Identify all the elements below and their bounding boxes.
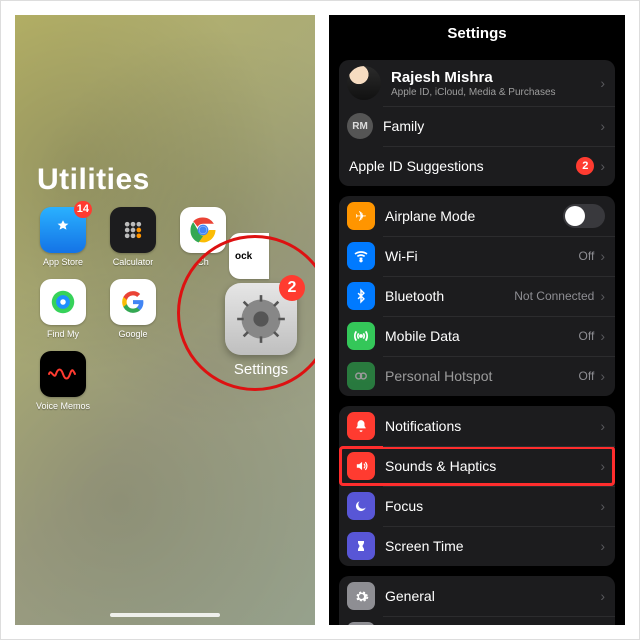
folder-title: Utilities [37,163,150,197]
home-indicator[interactable] [110,613,220,617]
hourglass-icon [347,532,375,560]
moon-icon [347,492,375,520]
gear-icon [347,582,375,610]
app-calculator[interactable]: Calculator [103,207,163,267]
row-family[interactable]: RM Family › [339,106,615,146]
row-apple-id-suggestions[interactable]: Apple ID Suggestions 2 › [339,146,615,186]
app-chrome[interactable]: Ch [173,207,233,267]
row-label: Family [383,118,600,134]
chevron-right-icon: › [600,288,605,304]
chevron-right-icon: › [600,75,605,91]
chevron-right-icon: › [600,538,605,554]
row-value: Off [579,249,595,263]
row-label: Personal Hotspot [385,368,579,384]
bluetooth-icon [347,282,375,310]
avatar [347,66,381,100]
app-label: Settings [213,361,309,378]
row-label: Mobile Data [385,328,579,344]
antenna-icon [347,322,375,350]
calculator-icon [110,207,156,253]
app-label: Google [118,329,147,339]
chevron-right-icon: › [600,248,605,264]
row-label: Wi-Fi [385,248,579,264]
settings-icon: 2 [225,283,297,355]
row-label: Sounds & Haptics [385,458,600,474]
app-label: Calculator [113,257,154,267]
bell-icon [347,412,375,440]
app-google[interactable]: Google [103,279,163,339]
voicememos-icon [40,351,86,397]
chrome-icon [180,207,226,253]
row-value: Off [579,369,595,383]
row-apple-id[interactable]: Rajesh Mishra Apple ID, iCloud, Media & … [339,60,615,106]
sliders-icon [347,622,375,625]
hotspot-icon [347,362,375,390]
profile-subtitle: Apple ID, iCloud, Media & Purchases [391,87,600,98]
settings-group-network: ✈ Airplane Mode Wi-Fi Off › Bluetooth Not… [339,196,615,396]
chevron-right-icon: › [600,368,605,384]
row-general[interactable]: General › [339,576,615,616]
airplane-icon: ✈ [347,202,375,230]
app-label: Find My [47,329,79,339]
row-bluetooth[interactable]: Bluetooth Not Connected › [339,276,615,316]
chevron-right-icon: › [600,328,605,344]
badge-count: 2 [279,275,305,301]
row-screen-time[interactable]: Screen Time › [339,526,615,566]
row-wifi[interactable]: Wi-Fi Off › [339,236,615,276]
row-sounds-haptics[interactable]: Sounds & Haptics › [339,446,615,486]
wifi-icon [347,242,375,270]
row-label: Bluetooth [385,288,514,304]
row-focus[interactable]: Focus › [339,486,615,526]
speaker-icon [347,452,375,480]
row-label: General [385,588,600,604]
row-notifications[interactable]: Notifications › [339,406,615,446]
row-personal-hotspot[interactable]: Personal Hotspot Off › [339,356,615,396]
google-icon [110,279,156,325]
row-label: Focus [385,498,600,514]
row-mobile-data[interactable]: Mobile Data Off › [339,316,615,356]
settings-group-general: General › Control Centre › [339,576,615,625]
row-label: Airplane Mode [385,208,563,224]
chevron-right-icon: › [600,588,605,604]
chevron-right-icon: › [600,118,605,134]
profile-name: Rajesh Mishra [391,69,600,86]
row-control-centre[interactable]: Control Centre › [339,616,615,625]
badge-count: 14 [74,201,92,218]
app-app-store[interactable]: 14 App Store [33,207,93,267]
badge-count: 2 [576,157,594,175]
row-label: Screen Time [385,538,600,554]
app-find-my[interactable]: Find My [33,279,93,339]
settings-screen: Settings Rajesh Mishra Apple ID, iCloud,… [329,15,625,625]
chevron-right-icon: › [600,458,605,474]
row-airplane-mode[interactable]: ✈ Airplane Mode [339,196,615,236]
chevron-right-icon: › [600,158,605,174]
settings-group-profile: Rajesh Mishra Apple ID, iCloud, Media & … [339,60,615,186]
app-settings-large[interactable]: 2 Settings [213,283,309,378]
chevron-right-icon: › [600,498,605,514]
row-label: Notifications [385,418,600,434]
toggle-switch[interactable] [563,204,605,228]
row-value: Not Connected [514,289,594,303]
home-folder-screen: Utilities ock 14 App Store Calculator [15,15,315,625]
findmy-icon [40,279,86,325]
chevron-right-icon: › [600,418,605,434]
row-label: Apple ID Suggestions [349,158,576,174]
app-voice-memos[interactable]: Voice Memos [33,351,93,411]
app-label: Ch [197,257,209,267]
family-avatar: RM [347,113,373,139]
page-title: Settings [329,15,625,50]
app-label: App Store [43,257,83,267]
app-label: Voice Memos [36,401,90,411]
appstore-icon: 14 [40,207,86,253]
row-value: Off [579,329,595,343]
settings-group-focus: Notifications › Sounds & Haptics › Focus… [339,406,615,566]
